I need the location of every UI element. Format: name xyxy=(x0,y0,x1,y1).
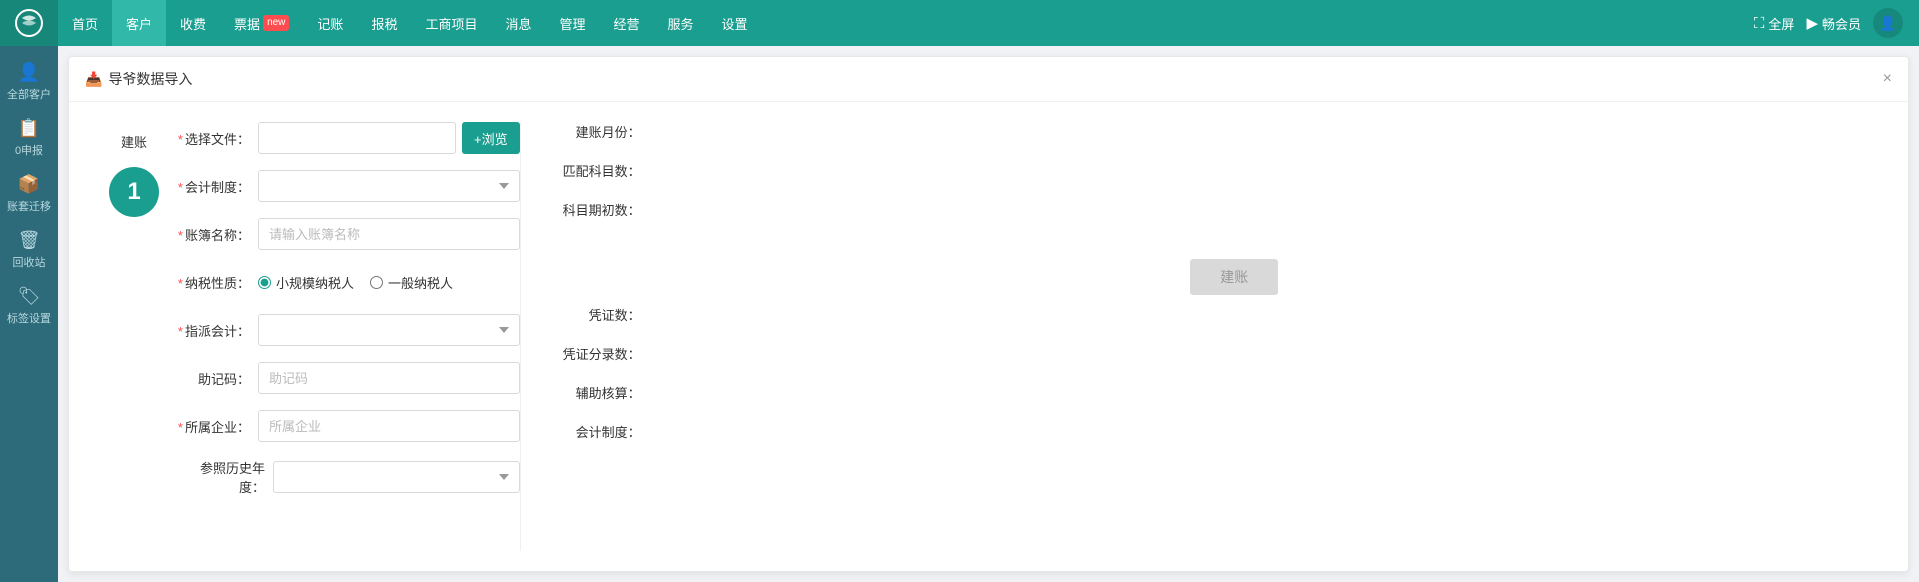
avatar[interactable]: 👤 xyxy=(1873,8,1903,38)
nav-item-customer[interactable]: 客户 xyxy=(112,0,166,46)
account-month-label: 建账月份： xyxy=(551,122,641,141)
all-customers-icon: 👤 xyxy=(18,62,40,83)
step-label: 建账 xyxy=(121,132,147,151)
nav-item-message[interactable]: 消息 xyxy=(491,0,545,46)
form-section: 建账 1 选择文件： +浏览 xyxy=(69,122,1908,551)
radio-general-taxpayer[interactable]: 一般纳税人 xyxy=(370,273,453,292)
recycle-icon: 🗑 xyxy=(18,230,41,251)
nav-items: 首页 客户 收费 票据 new 记账 报税 工商项目 消息 管理 经营 服务 设… xyxy=(58,0,1754,46)
fullscreen-icon: ⛶ xyxy=(1754,15,1765,32)
reference-year-select[interactable] xyxy=(273,461,520,493)
dialog-title: 📥 导爷数据导入 xyxy=(85,69,192,89)
file-row: 选择文件： +浏览 xyxy=(175,122,520,154)
memo-code-label: 助记码： xyxy=(175,369,250,388)
dialog-header: 📥 导爷数据导入 × xyxy=(69,57,1908,102)
nav-logo[interactable] xyxy=(0,0,58,46)
nav-item-settings[interactable]: 设置 xyxy=(708,0,762,46)
sidebar-item-tag-settings[interactable]: 🏷 标签设置 xyxy=(0,278,58,334)
create-button-row: 建账 xyxy=(551,249,1878,295)
match-subjects-row: 匹配科目数： xyxy=(551,161,1878,180)
new-badge: new xyxy=(263,15,289,31)
accountant-select[interactable] xyxy=(258,314,520,346)
reference-year-row: 参照历史年度： xyxy=(175,458,520,496)
accounting-system-row: 会计制度： xyxy=(551,422,1878,441)
auxiliary-label: 辅助核算： xyxy=(551,383,641,402)
tax-type-row: 纳税性质： 小规模纳税人 一般纳税人 xyxy=(175,266,520,298)
browse-button[interactable]: +浏览 xyxy=(462,122,520,154)
sidebar-item-account-migrate[interactable]: 📦 账套迁移 xyxy=(0,166,58,222)
voucher-count-label: 凭证数： xyxy=(551,305,641,324)
ledger-name-row: 账簿名称： xyxy=(175,218,520,250)
nav-item-invoice[interactable]: 票据 new xyxy=(220,0,303,46)
nav-item-bookkeeping[interactable]: 记账 xyxy=(303,0,357,46)
nav-item-service[interactable]: 服务 xyxy=(654,0,708,46)
period-initial-label: 科目期初数： xyxy=(551,200,641,219)
period-initial-row: 科目期初数： xyxy=(551,200,1878,219)
ledger-name-input[interactable] xyxy=(258,218,520,250)
nav-item-home[interactable]: 首页 xyxy=(58,0,112,46)
memo-code-row: 助记码： xyxy=(175,362,520,394)
info-section: 建账月份： 匹配科目数： 科目期初数： 建 xyxy=(520,122,1908,551)
voucher-entries-row: 凭证分录数： xyxy=(551,344,1878,363)
voucher-count-row: 凭证数： xyxy=(551,305,1878,324)
sidebar: 👤 全部客户 📋 0申报 📦 账套迁移 🗑 回收站 🏷 标签设置 xyxy=(0,46,58,582)
import-icon: 📥 xyxy=(85,71,102,88)
accounting-select[interactable] xyxy=(258,170,520,202)
ledger-name-label: 账簿名称： xyxy=(175,225,250,244)
account-migrate-icon: 📦 xyxy=(18,174,40,195)
accountant-row: 指派会计： xyxy=(175,314,520,346)
radio-small-taxpayer[interactable]: 小规模纳税人 xyxy=(258,273,354,292)
fullscreen-button[interactable]: ⛶ 全屏 xyxy=(1754,14,1795,33)
file-input-group: +浏览 xyxy=(258,122,520,154)
reference-year-label: 参照历史年度： xyxy=(175,458,265,496)
file-label: 选择文件： xyxy=(175,129,250,148)
form-fields: 选择文件： +浏览 会计制度： xyxy=(175,122,520,512)
main-layout: 👤 全部客户 📋 0申报 📦 账套迁移 🗑 回收站 🏷 标签设置 📥 导爷 xyxy=(0,46,1919,582)
dialog-body: 建账 1 选择文件： +浏览 xyxy=(69,102,1908,571)
accounting-label: 会计制度： xyxy=(175,177,250,196)
sidebar-item-all-customers[interactable]: 👤 全部客户 xyxy=(0,54,58,110)
zero-declare-icon: 📋 xyxy=(18,118,40,139)
file-input[interactable] xyxy=(258,122,456,154)
top-nav: 首页 客户 收费 票据 new 记账 报税 工商项目 消息 管理 经营 服务 设… xyxy=(0,0,1919,46)
sidebar-item-zero-declare[interactable]: 📋 0申报 xyxy=(0,110,58,166)
accounting-row: 会计制度： xyxy=(175,170,520,202)
nav-item-business[interactable]: 工商项目 xyxy=(411,0,491,46)
affiliated-company-input[interactable] xyxy=(258,410,520,442)
match-subjects-label: 匹配科目数： xyxy=(551,161,641,180)
memo-code-input[interactable] xyxy=(258,362,520,394)
step-badge: 1 xyxy=(109,167,159,217)
tax-type-radio-group: 小规模纳税人 一般纳税人 xyxy=(258,266,453,298)
accountant-label: 指派会计： xyxy=(175,321,250,340)
voucher-entries-label: 凭证分录数： xyxy=(551,344,641,363)
dialog-container: 📥 导爷数据导入 × 建账 1 xyxy=(68,56,1909,572)
nav-item-fee[interactable]: 收费 xyxy=(166,0,220,46)
vip-button[interactable]: ▶ 畅会员 xyxy=(1806,14,1861,33)
nav-item-management[interactable]: 管理 xyxy=(545,0,599,46)
affiliated-company-row: 所属企业： xyxy=(175,410,520,442)
tax-type-label: 纳税性质： xyxy=(175,273,250,292)
nav-right: ⛶ 全屏 ▶ 畅会员 👤 xyxy=(1754,8,1919,38)
auxiliary-row: 辅助核算： xyxy=(551,383,1878,402)
nav-item-operation[interactable]: 经营 xyxy=(600,0,654,46)
tag-settings-icon: 🏷 xyxy=(18,286,41,307)
affiliated-company-label: 所属企业： xyxy=(175,417,250,436)
nav-item-tax[interactable]: 报税 xyxy=(357,0,411,46)
accounting-system-label: 会计制度： xyxy=(551,422,641,441)
sidebar-item-recycle[interactable]: 🗑 回收站 xyxy=(0,222,58,278)
create-account-button[interactable]: 建账 xyxy=(1190,259,1278,295)
account-month-row: 建账月份： xyxy=(551,122,1878,141)
content-area: 📥 导爷数据导入 × 建账 1 xyxy=(58,46,1919,582)
vip-icon: ▶ xyxy=(1806,14,1818,32)
dialog-close-button[interactable]: × xyxy=(1883,71,1892,87)
